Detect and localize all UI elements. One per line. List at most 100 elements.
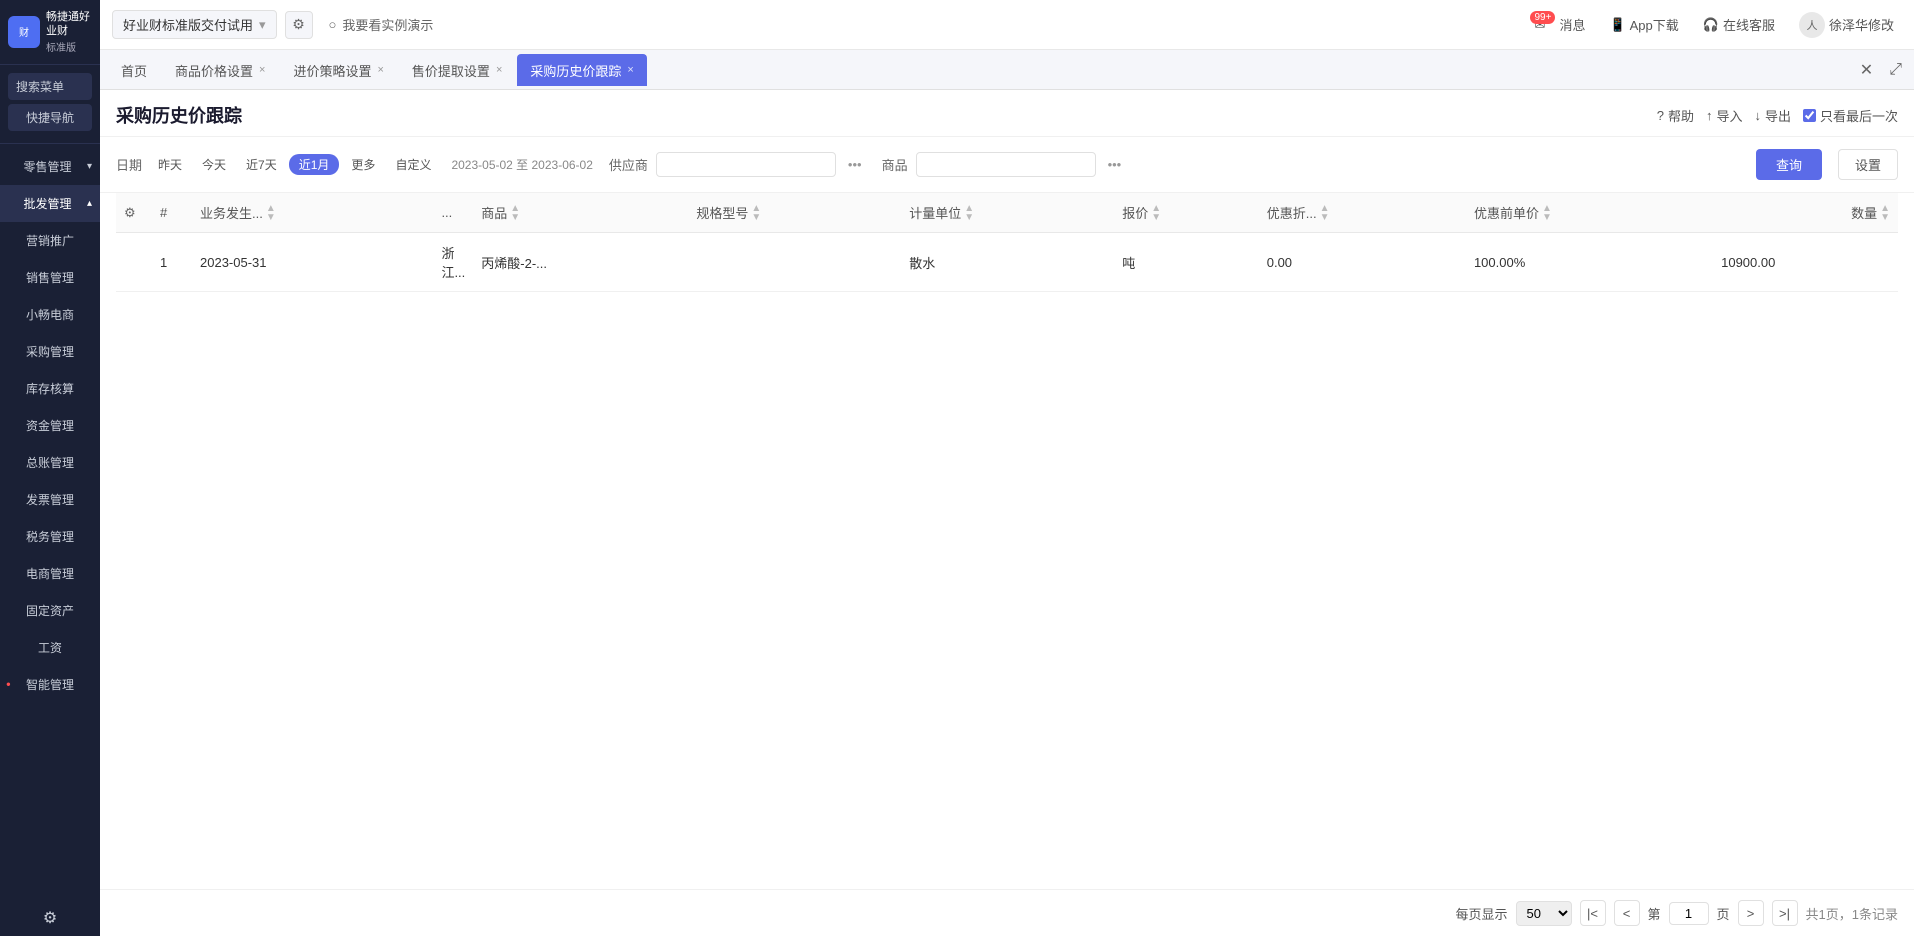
cell-num: 1: [152, 233, 192, 292]
goods-more-icon[interactable]: •••: [1104, 157, 1126, 172]
col-gear[interactable]: ⚙: [116, 193, 152, 233]
version-label: 好业财标准版交付试用: [123, 15, 253, 34]
search-menu-button[interactable]: 搜索菜单: [8, 73, 92, 100]
table-container: ⚙ # 业务发生... ▲▼ ...: [100, 193, 1914, 889]
table-header-row: ⚙ # 业务发生... ▲▼ ...: [116, 193, 1898, 233]
page-number-input[interactable]: [1669, 902, 1709, 925]
date-custom-btn[interactable]: 自定义: [387, 154, 439, 175]
app-download-button[interactable]: 📱 App下载: [1601, 11, 1686, 38]
close-icon[interactable]: ×: [627, 64, 633, 76]
sidebar-item-ecom-small[interactable]: 小畅电商: [0, 296, 100, 333]
tabbar: 首页 商品价格设置 × 进价策略设置 × 售价提取设置 × 采购历史价跟踪 × …: [100, 50, 1914, 90]
sidebar-item-ecom[interactable]: 电商管理: [0, 555, 100, 592]
sort-icon: ▲▼: [1542, 204, 1552, 222]
tab-price-settings-label: 商品价格设置: [175, 61, 253, 80]
first-page-button[interactable]: |<: [1580, 900, 1606, 926]
per-page-select[interactable]: 50 10 20 100: [1516, 901, 1572, 926]
sidebar-item-invoice[interactable]: 发票管理: [0, 481, 100, 518]
export-button[interactable]: ↓ 导出: [1754, 106, 1791, 125]
sort-icon: ▲▼: [266, 204, 276, 222]
quick-nav-button[interactable]: 快捷导航: [8, 104, 92, 131]
tab-home[interactable]: 首页: [108, 54, 160, 86]
app-download-label: App下载: [1630, 15, 1679, 34]
date-more-btn[interactable]: 更多: [343, 154, 383, 175]
help-button[interactable]: ? 帮助: [1657, 106, 1694, 125]
user-menu-button[interactable]: 人 徐泽华修改: [1791, 8, 1902, 42]
chevron-up-icon: ▴: [87, 198, 92, 209]
only-last-checkbox[interactable]: [1803, 109, 1816, 122]
sidebar-item-sales[interactable]: 销售管理: [0, 259, 100, 296]
table-gear-icon[interactable]: ⚙: [124, 205, 136, 220]
sidebar-item-finance[interactable]: 资金管理: [0, 407, 100, 444]
col-more[interactable]: ...: [433, 193, 473, 233]
message-button[interactable]: ✉ 99+ 消息: [1527, 11, 1594, 38]
sidebar-item-retail[interactable]: 零售管理 ▾: [0, 148, 100, 185]
tab-close-button[interactable]: ✕: [1856, 58, 1877, 82]
tab-sale-price[interactable]: 售价提取设置 ×: [399, 54, 515, 86]
col-goods[interactable]: 商品 ▲▼: [473, 193, 688, 233]
date-filter-label: 日期: [116, 155, 142, 174]
next-page-button[interactable]: >: [1738, 900, 1764, 926]
table-header: ⚙ # 业务发生... ▲▼ ...: [116, 193, 1898, 233]
demo-link[interactable]: ○ 我要看实例演示: [329, 15, 434, 34]
date-7days-btn[interactable]: 近7天: [238, 154, 285, 175]
col-pre-discount-price[interactable]: 优惠前单价 ▲▼: [1466, 193, 1713, 233]
pagination: 每页显示 50 10 20 100 |< < 第 页 > >| 共1页，1条记录: [100, 889, 1914, 936]
close-icon[interactable]: ×: [496, 64, 502, 76]
sidebar-item-inventory[interactable]: 库存核算: [0, 370, 100, 407]
export-icon: ↓: [1754, 108, 1761, 123]
sort-icon: ▲▼: [510, 204, 520, 222]
tab-expand-button[interactable]: ⤢: [1885, 59, 1906, 81]
col-quantity[interactable]: 数量 ▲▼: [1713, 193, 1898, 233]
topbar: 好业财标准版交付试用 ▾ ⚙ ○ 我要看实例演示 ✉ 99+ 消息 📱 App下…: [100, 0, 1914, 50]
date-filter-buttons: 昨天 今天 近7天 近1月 更多 自定义: [150, 154, 439, 175]
cell-unit: 散水: [901, 233, 1114, 292]
sidebar-item-salary[interactable]: 工资: [0, 629, 100, 666]
col-discount[interactable]: 优惠折... ▲▼: [1259, 193, 1466, 233]
import-button[interactable]: ↑ 导入: [1706, 106, 1743, 125]
sort-icon: ▲▼: [1151, 204, 1161, 222]
sidebar-logo: 财 畅捷通好业财 标准版: [0, 0, 100, 65]
headset-icon: 🎧: [1703, 17, 1719, 33]
page-label-prefix: 第: [1648, 904, 1661, 923]
close-icon[interactable]: ×: [259, 64, 265, 76]
sidebar-item-assets[interactable]: 固定资产: [0, 592, 100, 629]
sidebar-item-purchase[interactable]: 采购管理: [0, 333, 100, 370]
avatar: 人: [1799, 12, 1825, 38]
col-biz-date[interactable]: 业务发生... ▲▼: [192, 193, 433, 233]
col-num: #: [152, 193, 192, 233]
filter-settings-button[interactable]: 设置: [1838, 149, 1898, 180]
cell-gear: [116, 233, 152, 292]
date-yesterday-btn[interactable]: 昨天: [150, 154, 190, 175]
date-1month-btn[interactable]: 近1月: [289, 154, 340, 175]
prev-page-button[interactable]: <: [1614, 900, 1640, 926]
date-today-btn[interactable]: 今天: [194, 154, 234, 175]
sidebar-item-general[interactable]: 总账管理: [0, 444, 100, 481]
sidebar-item-wholesale[interactable]: 批发管理 ▴: [0, 185, 100, 222]
col-quote[interactable]: 报价 ▲▼: [1114, 193, 1259, 233]
only-last-checkbox-label[interactable]: 只看最后一次: [1803, 106, 1898, 125]
sidebar-item-tax[interactable]: 税务管理: [0, 518, 100, 555]
close-icon[interactable]: ×: [377, 64, 383, 76]
sidebar-gear-button[interactable]: ⚙: [43, 908, 57, 928]
query-button[interactable]: 查询: [1756, 149, 1822, 180]
version-selector[interactable]: 好业财标准版交付试用 ▾: [112, 10, 277, 39]
supplier-input[interactable]: [656, 152, 836, 177]
goods-input[interactable]: [916, 152, 1096, 177]
supplier-filter-label: 供应商: [609, 155, 648, 174]
tab-purchase-history[interactable]: 采购历史价跟踪 ×: [517, 54, 646, 86]
tab-purchase-strategy[interactable]: 进价策略设置 ×: [280, 54, 396, 86]
col-unit[interactable]: 计量单位 ▲▼: [901, 193, 1114, 233]
supplier-more-icon[interactable]: •••: [844, 157, 866, 172]
cell-supplier: 浙江...: [433, 233, 473, 292]
sidebar-item-smart[interactable]: 智能管理: [0, 666, 100, 703]
online-service-button[interactable]: 🎧 在线客服: [1695, 11, 1783, 38]
message-label: 消息: [1559, 15, 1585, 34]
topbar-settings-button[interactable]: ⚙: [285, 11, 313, 39]
cell-discount: 0.00: [1259, 233, 1466, 292]
sidebar-item-marketing[interactable]: 营销推广: [0, 222, 100, 259]
last-page-button[interactable]: >|: [1772, 900, 1798, 926]
cell-biz-date: 2023-05-31: [192, 233, 433, 292]
col-spec[interactable]: 规格型号 ▲▼: [688, 193, 901, 233]
tab-price-settings[interactable]: 商品价格设置 ×: [162, 54, 278, 86]
